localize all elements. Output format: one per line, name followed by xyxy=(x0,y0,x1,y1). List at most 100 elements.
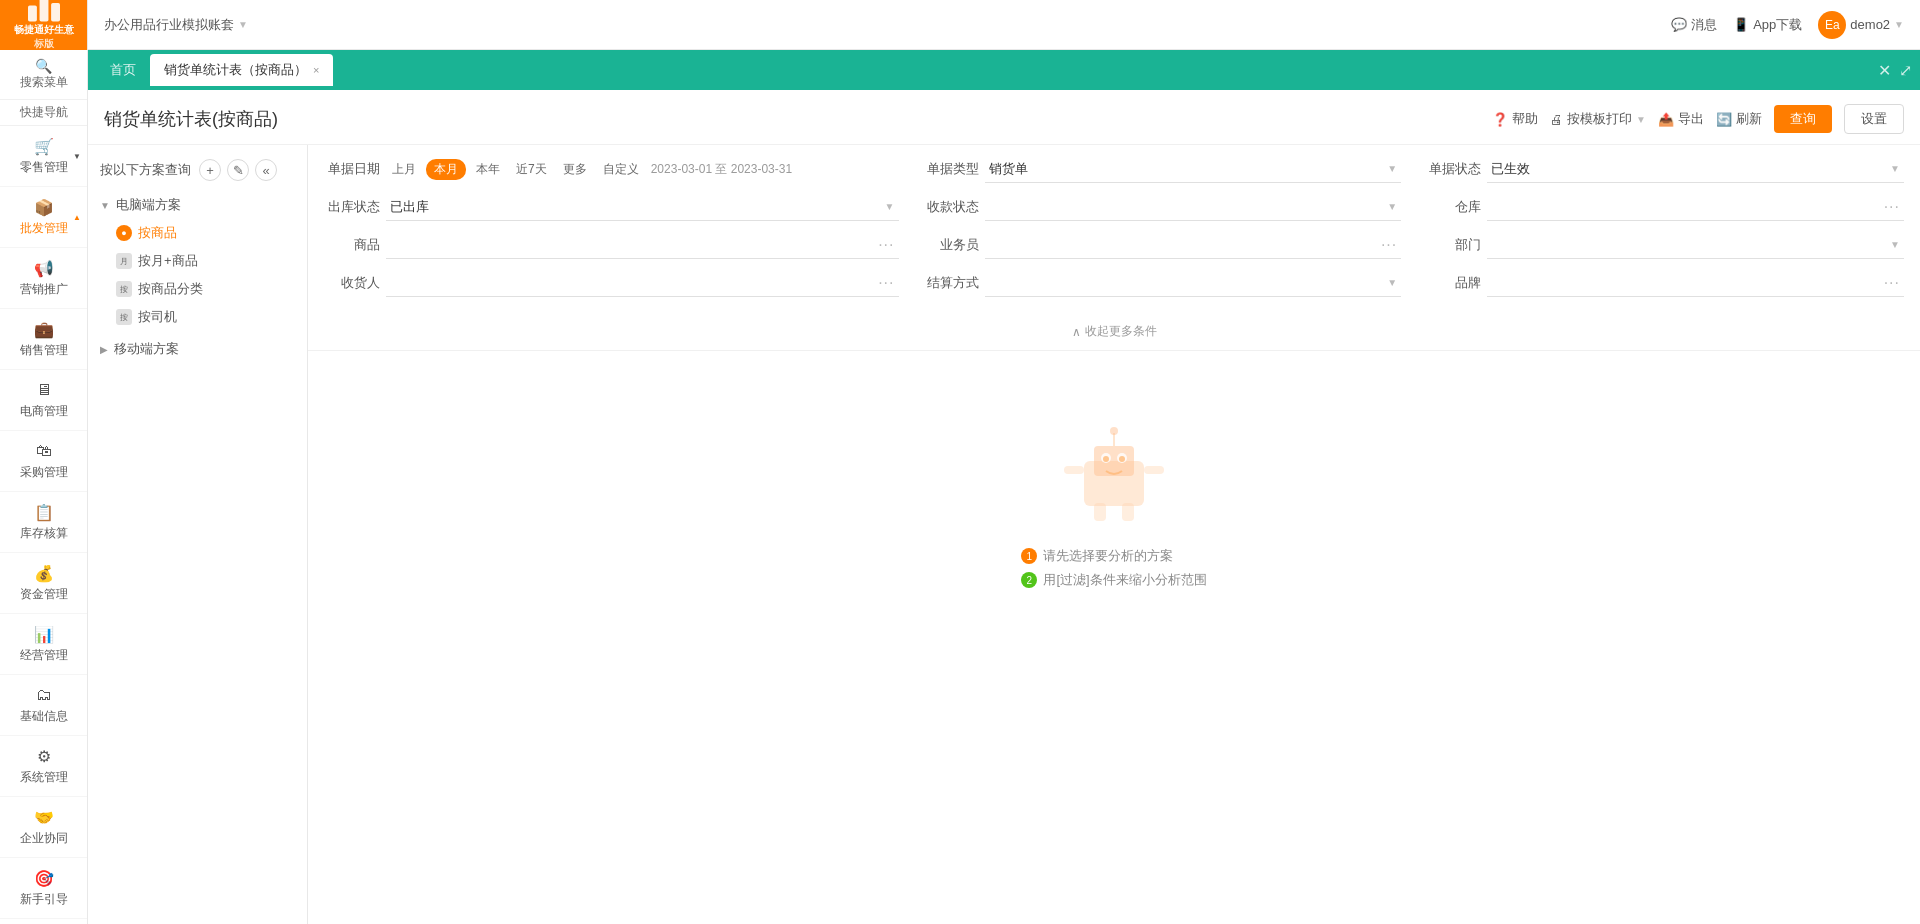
print-icon: 🖨 xyxy=(1550,112,1563,127)
settlement-arrow: ▼ xyxy=(1387,277,1397,288)
date-tab-custom[interactable]: 自定义 xyxy=(597,159,645,180)
sidebar-item-wholesale[interactable]: 📦 批发管理 xyxy=(0,187,87,248)
filter-field-salesperson: 业务员 ··· xyxy=(923,231,1402,259)
minimize-icon: ✕ xyxy=(1878,61,1891,80)
svg-rect-12 xyxy=(1122,503,1134,521)
industry-selector[interactable]: 办公用品行业模拟账套 ▼ xyxy=(104,16,248,34)
tab-maximize-btn[interactable]: ⤢ xyxy=(1899,61,1912,80)
sidebar-item-retail[interactable]: 🛒 零售管理 xyxy=(0,126,87,187)
query-button[interactable]: 查询 xyxy=(1774,105,1832,133)
messages-btn[interactable]: 💬 消息 xyxy=(1671,16,1717,34)
sidebar-item-enterprise[interactable]: 🤝 企业协同 xyxy=(0,797,87,858)
inventory-icon: 📋 xyxy=(34,502,54,522)
collapse-up-icon: ∧ xyxy=(1072,325,1081,339)
user-name: demo2 xyxy=(1850,17,1890,32)
date-tab-prev-month[interactable]: 上月 xyxy=(386,159,422,180)
avatar: Ea xyxy=(1818,11,1846,39)
app-download-btn[interactable]: 📱 App下载 xyxy=(1733,16,1802,34)
tab-home[interactable]: 首页 xyxy=(96,54,150,86)
out-status-control[interactable]: 已出库 ▼ xyxy=(386,193,899,221)
avatar-text: Ea xyxy=(1825,18,1840,32)
refresh-btn[interactable]: 🔄 刷新 xyxy=(1716,110,1762,128)
user-menu[interactable]: Ea demo2 ▼ xyxy=(1818,11,1904,39)
print-btn[interactable]: 🖨 按模板打印 ▼ xyxy=(1550,110,1646,128)
date-tab-more[interactable]: 更多 xyxy=(557,159,593,180)
sidebar-item-basic[interactable]: 🗂 基础信息 xyxy=(0,675,87,736)
scheme-icon-by-machine: 按 xyxy=(116,309,132,325)
edit-icon: ✎ xyxy=(233,163,244,178)
scheme-item-product-category[interactable]: 按 按商品分类 xyxy=(88,275,307,303)
sidebar-item-inventory[interactable]: 📋 库存核算 xyxy=(0,492,87,553)
scheme-label-month-product: 按月+商品 xyxy=(138,252,198,270)
home-tab-label: 首页 xyxy=(110,61,136,79)
collapse-label: 收起更多条件 xyxy=(1085,323,1157,340)
tab-close-btn[interactable]: × xyxy=(313,64,319,76)
scheme-label-product-category: 按商品分类 xyxy=(138,280,203,298)
settings-button[interactable]: 设置 xyxy=(1844,104,1904,134)
page-actions: ❓ 帮助 🖨 按模板打印 ▼ 📤 导出 🔄 刷新 查询 设置 xyxy=(1492,104,1904,134)
pc-group-arrow: ▼ xyxy=(100,200,110,211)
sidebar-item-ecommerce[interactable]: 🖥 电商管理 xyxy=(0,370,87,431)
sidebar-item-operations[interactable]: 📊 经营管理 xyxy=(0,614,87,675)
settlement-control[interactable]: ▼ xyxy=(985,269,1402,297)
doc-status-control[interactable]: 已生效 ▼ xyxy=(1487,155,1904,183)
scheme-collapse-btn[interactable]: « xyxy=(255,159,277,181)
purchase-label: 采购管理 xyxy=(20,464,68,481)
export-icon: 📤 xyxy=(1658,112,1674,127)
empty-illustration xyxy=(1054,411,1174,531)
sidebar-search-menu[interactable]: 🔍 搜索菜单 xyxy=(0,50,87,100)
filter-field-brand: 品牌 ··· xyxy=(1425,269,1904,297)
warehouse-control[interactable]: ··· xyxy=(1487,193,1904,221)
sales-icon: 💼 xyxy=(34,319,54,339)
salesperson-control[interactable]: ··· xyxy=(985,231,1402,259)
tab-active[interactable]: 销货单统计表（按商品） × xyxy=(150,54,333,86)
scheme-item-by-machine[interactable]: 按 按司机 xyxy=(88,303,307,331)
doc-status-arrow: ▼ xyxy=(1890,163,1900,174)
date-tab-7days[interactable]: 近7天 xyxy=(510,159,553,180)
industry-dropdown-icon: ▼ xyxy=(238,19,248,30)
scheme-item-month-product[interactable]: 月 按月+商品 xyxy=(88,247,307,275)
scheme-group-pc: ▼ 电脑端方案 ● 按商品 月 按月+商品 按 按商品分类 xyxy=(88,187,307,335)
tip1-num: 1 xyxy=(1021,548,1037,564)
warehouse-dots: ··· xyxy=(1884,198,1900,216)
doc-type-control[interactable]: 销货单 ▼ xyxy=(985,155,1402,183)
doc-status-value: 已生效 xyxy=(1491,160,1886,178)
scheme-toolbar: + ✎ « xyxy=(199,159,277,181)
sidebar-item-apps[interactable]: 🔧 应用中心 xyxy=(0,919,87,924)
collapse-bar[interactable]: ∧ 收起更多条件 xyxy=(308,317,1920,351)
basic-icon: 🗂 xyxy=(34,685,54,705)
sidebar-item-purchase[interactable]: 🛍 采购管理 xyxy=(0,431,87,492)
date-tab-this-month[interactable]: 本月 xyxy=(426,159,466,180)
tab-minimize-btn[interactable]: ✕ xyxy=(1878,61,1891,80)
svg-point-7 xyxy=(1103,456,1109,462)
sidebar-item-system[interactable]: ⚙ 系统管理 xyxy=(0,736,87,797)
sidebar-item-marketing[interactable]: 📢 营销推广 xyxy=(0,248,87,309)
refresh-label: 刷新 xyxy=(1736,110,1762,128)
recipient-control[interactable]: ··· xyxy=(386,269,899,297)
scheme-edit-btn[interactable]: ✎ xyxy=(227,159,249,181)
mobile-group[interactable]: ▶ 移动端方案 xyxy=(88,335,307,363)
sidebar-item-newbie[interactable]: 🎯 新手引导 xyxy=(0,858,87,919)
inventory-label: 库存核算 xyxy=(20,525,68,542)
scheme-item-by-product[interactable]: ● 按商品 xyxy=(88,219,307,247)
sidebar-quick-nav[interactable]: 快捷导航 xyxy=(0,100,87,126)
scheme-group-pc-header[interactable]: ▼ 电脑端方案 xyxy=(88,191,307,219)
header-right: 💬 消息 📱 App下载 Ea demo2 ▼ xyxy=(1671,11,1904,39)
product-label: 商品 xyxy=(324,236,380,254)
brand-dots: ··· xyxy=(1884,274,1900,292)
export-btn[interactable]: 📤 导出 xyxy=(1658,110,1704,128)
help-icon: ❓ xyxy=(1492,112,1508,127)
payment-control[interactable]: ▼ xyxy=(985,193,1402,221)
filter-field-payment: 收款状态 ▼ xyxy=(923,193,1402,221)
help-btn[interactable]: ❓ 帮助 xyxy=(1492,110,1538,128)
product-control[interactable]: ··· xyxy=(386,231,899,259)
sidebar-item-finance[interactable]: 💰 资金管理 xyxy=(0,553,87,614)
app-download-icon: 📱 xyxy=(1733,17,1749,32)
settlement-label: 结算方式 xyxy=(923,274,979,292)
department-control[interactable]: ▼ xyxy=(1487,231,1904,259)
brand-control[interactable]: ··· xyxy=(1487,269,1904,297)
filter-date-row: 上月 本月 本年 近7天 更多 自定义 2023-03-01 至 2023-03… xyxy=(386,159,899,180)
date-tab-this-year[interactable]: 本年 xyxy=(470,159,506,180)
scheme-add-btn[interactable]: + xyxy=(199,159,221,181)
sidebar-item-sales[interactable]: 💼 销售管理 xyxy=(0,309,87,370)
